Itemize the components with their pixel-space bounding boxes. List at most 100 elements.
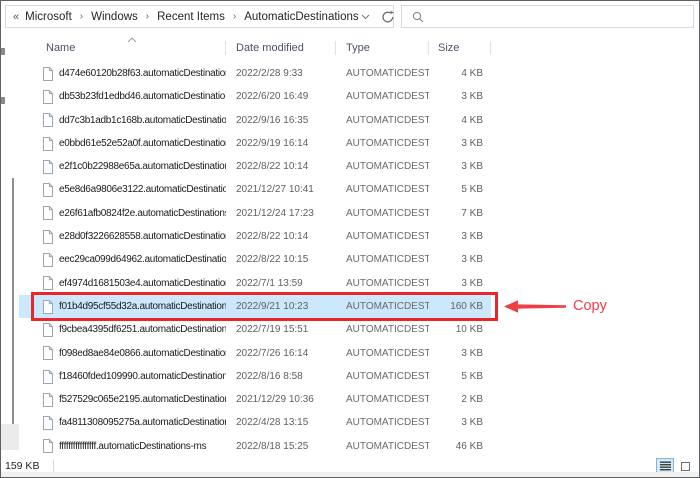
search-icon [412, 11, 424, 22]
file-type: AUTOMATICDESTI... [346, 68, 429, 79]
column-header-name-label: Name [46, 42, 76, 54]
file-name-cell: d474e60120b28f63.automaticDestination... [19, 62, 226, 85]
file-name-cell: e0bbd61e52e52a0f.automaticDestination... [19, 132, 226, 155]
file-name-cell: f527529c065e2195.automaticDestinations..… [19, 388, 226, 411]
breadcrumb-item-microsoft[interactable]: Microsoft [23, 11, 74, 23]
file-date: 2021/12/29 10:36 [236, 394, 314, 406]
table-row[interactable]: fa4811308095275a.automaticDestinations..… [19, 411, 491, 434]
annotation-label: Copy [573, 298, 607, 314]
address-bar-controls [361, 10, 404, 24]
collapse-breadcrumb-icon[interactable]: « [6, 11, 23, 23]
table-row[interactable]: d474e60120b28f63.automaticDestination...… [19, 62, 491, 85]
file-name-cell: db53b23fd1edbd46.automaticDestinatio... [19, 85, 226, 108]
nav-fragment [1, 97, 5, 104]
file-icon [42, 66, 54, 81]
file-size: 3 KB [461, 254, 483, 266]
vertical-scrollbar-thumb[interactable] [12, 178, 14, 431]
file-name-cell: e5e8d6a9806e3122.automaticDestination... [19, 178, 226, 201]
chevron-down-icon[interactable] [361, 14, 370, 20]
column-header-type[interactable]: Type [336, 37, 429, 59]
breadcrumb-item-windows[interactable]: Windows [89, 11, 140, 23]
table-row[interactable]: e26f61afb0824f2e.automaticDestinations..… [19, 202, 491, 225]
table-row[interactable]: dd7c3b1adb1c168b.automaticDestinatio... … [19, 109, 491, 132]
file-name: d474e60120b28f63.automaticDestination... [59, 68, 226, 79]
file-name-cell: e2f1c0b22988e65a.automaticDestinations..… [19, 155, 226, 178]
file-name: db53b23fd1edbd46.automaticDestinatio... [59, 91, 226, 103]
file-size: 3 KB [461, 231, 483, 243]
file-date: 2022/9/19 16:14 [236, 137, 309, 149]
table-row[interactable]: ef4974d1681503e4.automaticDestinations..… [19, 272, 491, 295]
file-icon [42, 113, 54, 128]
file-type: AUTOMATICDESTI... [346, 277, 429, 289]
table-row[interactable]: e0bbd61e52e52a0f.automaticDestination...… [19, 132, 491, 155]
file-type: AUTOMATICDESTI... [346, 137, 429, 149]
nav-scrollbar-corner[interactable] [1, 424, 19, 450]
file-name: eec29ca099d64962.automaticDestination... [59, 254, 226, 266]
table-row[interactable]: ffffffffffffffff.automaticDestinations-m… [19, 435, 491, 458]
file-date: 2022/7/19 15:51 [236, 324, 309, 336]
file-type: AUTOMATICDESTI... [346, 417, 429, 429]
explorer-window: « Microsoft › Windows › Recent Items › A… [0, 0, 700, 478]
table-row[interactable]: f098ed8ae84e0866.automaticDestinations..… [19, 342, 491, 365]
file-name: f18460fded109990.automaticDestinations..… [59, 370, 226, 382]
file-name: f098ed8ae84e0866.automaticDestinations..… [59, 347, 226, 359]
file-date: 2022/4/28 13:15 [236, 417, 309, 429]
table-row[interactable]: f01b4d95cf55d32a.automaticDestinations..… [19, 294, 491, 319]
table-row[interactable]: e28d0f3226628558.automaticDestinations..… [19, 225, 491, 248]
file-date: 2022/8/22 10:14 [236, 161, 309, 173]
file-name-cell: f098ed8ae84e0866.automaticDestinations..… [19, 342, 226, 365]
breadcrumb-item-automaticdestinations[interactable]: AutomaticDestinations [242, 11, 360, 23]
file-date: 2022/9/16 16:35 [236, 114, 309, 126]
column-header-date-modified[interactable]: Date modified [226, 37, 336, 59]
toolbar: « Microsoft › Windows › Recent Items › A… [1, 1, 699, 32]
file-size: 3 KB [461, 161, 483, 173]
nav-pane-strip [1, 32, 19, 477]
file-type: AUTOMATICDESTI... [346, 184, 429, 196]
table-row[interactable]: f527529c065e2195.automaticDestinations..… [19, 388, 491, 411]
sort-ascending-icon [127, 37, 137, 43]
column-header-size[interactable]: Size [429, 37, 491, 59]
icons-view-icon [680, 461, 690, 471]
refresh-icon[interactable] [381, 10, 395, 24]
status-divider [53, 460, 55, 472]
file-size: 4 KB [461, 114, 483, 126]
nav-fragment [1, 48, 5, 55]
file-name: f527529c065e2195.automaticDestinations..… [59, 394, 226, 406]
file-size: 3 KB [461, 347, 483, 359]
table-row[interactable]: e2f1c0b22988e65a.automaticDestinations..… [19, 155, 491, 178]
file-date: 2022/8/22 10:15 [236, 254, 309, 266]
file-icon [42, 253, 54, 268]
file-icon [42, 206, 54, 221]
file-name-cell: f9cbea4395df6251.automaticDestinations..… [19, 318, 226, 341]
file-type: AUTOMATICDESTI... [346, 394, 429, 406]
file-icon [42, 346, 54, 361]
file-date: 2022/7/1 13:59 [236, 277, 303, 289]
table-row[interactable]: db53b23fd1edbd46.automaticDestinatio... … [19, 85, 491, 108]
breadcrumb-separator-icon: › [79, 11, 84, 22]
file-name: e2f1c0b22988e65a.automaticDestinations..… [59, 161, 226, 173]
file-icon [42, 322, 54, 337]
address-bar[interactable]: « Microsoft › Windows › Recent Items › A… [5, 5, 394, 28]
file-icon [42, 416, 54, 431]
table-row[interactable]: f18460fded109990.automaticDestinations..… [19, 365, 491, 388]
breadcrumb-item-recent-items[interactable]: Recent Items [155, 11, 227, 23]
search-input[interactable] [424, 6, 693, 27]
file-type: AUTOMATICDESTI... [346, 161, 429, 173]
file-size: 5 KB [461, 184, 483, 196]
search-box[interactable] [401, 5, 694, 28]
file-name: e26f61afb0824f2e.automaticDestinations..… [59, 207, 226, 219]
file-size: 3 KB [461, 137, 483, 149]
file-name-cell: eec29ca099d64962.automaticDestination... [19, 248, 226, 271]
file-size: 3 KB [461, 417, 483, 429]
file-name: ef4974d1681503e4.automaticDestinations..… [59, 277, 226, 289]
table-row[interactable]: f9cbea4395df6251.automaticDestinations..… [19, 318, 491, 341]
column-header-name[interactable]: Name [19, 37, 226, 59]
file-icon [42, 89, 54, 104]
file-name: f01b4d95cf55d32a.automaticDestinations..… [59, 300, 226, 312]
table-row[interactable]: e5e8d6a9806e3122.automaticDestination...… [19, 178, 491, 201]
status-size-text: 159 KB [5, 460, 40, 472]
file-type: AUTOMATICDESTI... [346, 347, 429, 359]
table-row[interactable]: eec29ca099d64962.automaticDestination...… [19, 248, 491, 271]
breadcrumb-separator-icon: › [232, 11, 237, 22]
file-name: f9cbea4395df6251.automaticDestinations..… [59, 324, 226, 336]
